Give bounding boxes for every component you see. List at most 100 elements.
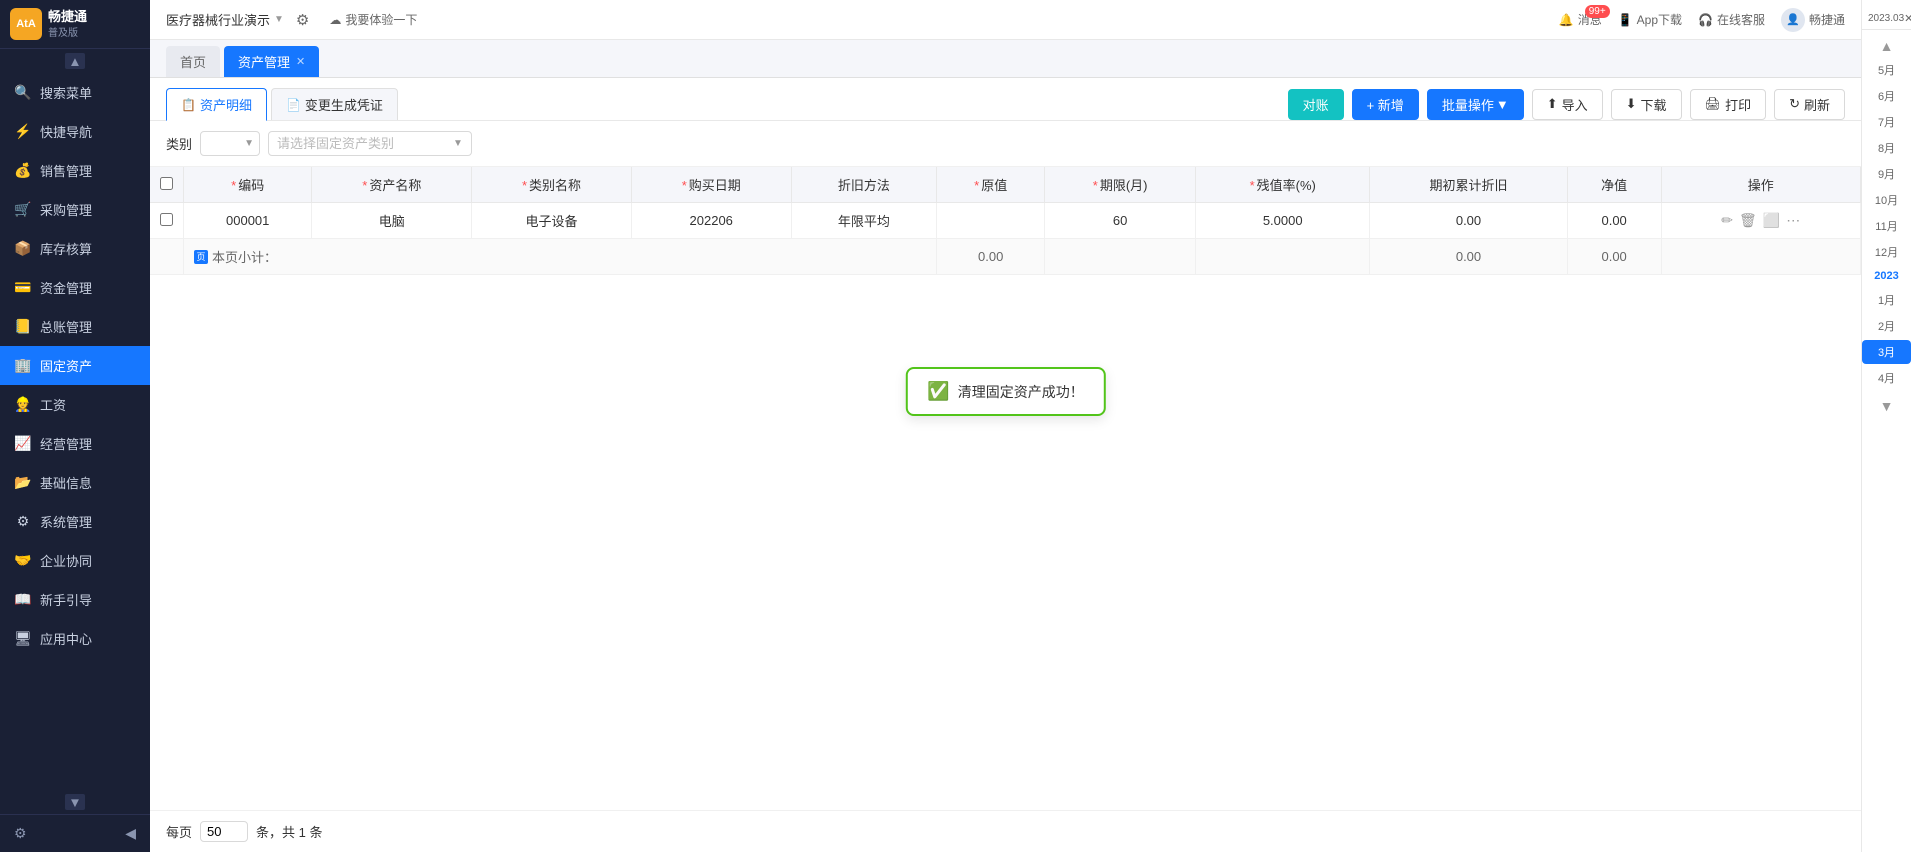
panel-month-7[interactable]: 7月	[1862, 110, 1911, 134]
panel-month-3-current[interactable]: 3月	[1862, 340, 1911, 364]
settings-bottom-icon[interactable]: ⚙	[14, 825, 27, 842]
cell-net-value: 0.00	[1567, 203, 1661, 239]
inventory-icon: 📦	[14, 240, 32, 257]
sidebar-logo: AtA 畅捷通 普及版	[0, 0, 150, 49]
table-header-row: *编码 *资产名称 *类别名称 *购买日期 折旧方法 *原值 *期限(月) *残…	[150, 167, 1861, 203]
print-button[interactable]: 🖨 打印	[1690, 89, 1767, 120]
subtotal-text: 本页小计：	[212, 247, 277, 266]
select-all-checkbox[interactable]	[160, 177, 173, 190]
panel-month-9[interactable]: 9月	[1862, 162, 1911, 186]
panel-month-4[interactable]: 4月	[1862, 366, 1911, 390]
sidebar-item-collab[interactable]: 🤝 企业协同	[0, 541, 150, 580]
download-button[interactable]: ⬇ 下载	[1611, 89, 1682, 120]
sidebar-item-label: 新手引导	[40, 590, 92, 609]
sidebar-item-label: 资金管理	[40, 278, 92, 297]
cell-initial-depreciation: 0.00	[1370, 203, 1568, 239]
row-checkbox[interactable]	[160, 213, 173, 226]
category-filter-label: 类别	[166, 134, 192, 153]
cell-category: 电子设备	[472, 203, 632, 239]
delete-row-icon[interactable]: 🗑	[1739, 212, 1757, 229]
new-asset-button[interactable]: + 新增	[1352, 89, 1419, 120]
company-selector[interactable]: 医疗器械行业演示 ▼	[166, 10, 284, 29]
logo-text: AtA	[16, 18, 36, 30]
sidebar-item-management[interactable]: 📈 经营管理	[0, 424, 150, 463]
sidebar-scroll: 🔍 搜索菜单 ⚡ 快捷导航 💰 销售管理 🛒 采购管理 📦 库存核算 💳 资金管…	[0, 73, 150, 790]
mobile-icon: 📱	[1618, 13, 1633, 27]
sidebar-item-finance[interactable]: 💳 资金管理	[0, 268, 150, 307]
topbar: 医疗器械行业演示 ▼ ⚙ ☁ 我要体验一下 🔔 消息 99+ 📱 App下载 🎧…	[150, 0, 1861, 40]
sidebar-item-label: 固定资产	[40, 356, 92, 375]
content-area: 📋 资产明细 📄 变更生成凭证 对账 + 新增 批量操作 ▼	[150, 78, 1861, 852]
sidebar-item-sales[interactable]: 💰 销售管理	[0, 151, 150, 190]
sidebar-item-fixed-assets[interactable]: 🏢 固定资产	[0, 346, 150, 385]
collapse-sidebar-icon[interactable]: ◀	[125, 825, 136, 842]
close-right-panel-icon[interactable]: ✕	[1904, 12, 1911, 25]
salary-icon: 👷	[14, 396, 32, 413]
tab-close-icon[interactable]: ✕	[296, 55, 305, 68]
col-net-value: 净值	[1567, 167, 1661, 203]
sidebar-item-quicknav[interactable]: ⚡ 快捷导航	[0, 112, 150, 151]
col-name: *资产名称	[312, 167, 472, 203]
avatar: 👤	[1781, 8, 1805, 32]
panel-month-8[interactable]: 8月	[1862, 136, 1911, 160]
panel-month-10[interactable]: 10月	[1862, 188, 1911, 212]
sidebar-item-search[interactable]: 🔍 搜索菜单	[0, 73, 150, 112]
col-original-value: *原值	[937, 167, 1045, 203]
sidebar-item-label: 系统管理	[40, 512, 92, 531]
panel-month-5[interactable]: 5月	[1862, 58, 1911, 82]
category-filter-wrap: ▼	[200, 131, 260, 156]
sub-tab-asset-detail-label: 资产明细	[200, 95, 252, 114]
company-name: 医疗器械行业演示	[166, 10, 270, 29]
sub-tab-asset-detail[interactable]: 📋 资产明细	[166, 88, 267, 121]
sidebar-item-salary[interactable]: 👷 工资	[0, 385, 150, 424]
import-button[interactable]: ⬆ 导入	[1532, 89, 1603, 120]
edit-row-icon[interactable]: ✏	[1721, 212, 1733, 229]
app-download-btn[interactable]: 📱 App下载	[1618, 11, 1682, 28]
user-profile-btn[interactable]: 👤 畅捷通	[1781, 8, 1845, 32]
panel-month-12[interactable]: 12月	[1862, 240, 1911, 264]
message-btn[interactable]: 🔔 消息 99+	[1559, 11, 1602, 28]
more-row-icon[interactable]: ⋯	[1786, 212, 1800, 229]
sub-tab-voucher[interactable]: 📄 变更生成凭证	[271, 88, 398, 120]
panel-month-6[interactable]: 6月	[1862, 84, 1911, 108]
category-input-wrap[interactable]: ▼	[268, 131, 472, 156]
category-filter-select[interactable]	[200, 131, 260, 156]
sidebar-item-apps[interactable]: 🖥 应用中心	[0, 619, 150, 658]
cell-original-value	[937, 203, 1045, 239]
col-actions: 操作	[1661, 167, 1860, 203]
refresh-button[interactable]: ↻ 刷新	[1774, 89, 1845, 120]
pagination: 每页 50 100 条，共 1 条	[150, 810, 1861, 852]
main-area: 医疗器械行业演示 ▼ ⚙ ☁ 我要体验一下 🔔 消息 99+ 📱 App下载 🎧…	[150, 0, 1861, 852]
panel-month-1[interactable]: 1月	[1862, 288, 1911, 312]
sidebar-item-system[interactable]: ⚙ 系统管理	[0, 502, 150, 541]
toast-message: 清理固定资产成功！	[958, 382, 1084, 402]
sidebar-item-ledger[interactable]: 📒 总账管理	[0, 307, 150, 346]
category-input-dropdown-icon[interactable]: ▼	[453, 138, 463, 149]
reconcile-button[interactable]: 对账	[1288, 89, 1344, 120]
panel-scroll-up-btn[interactable]: ▲	[1878, 36, 1896, 56]
batch-operation-button[interactable]: 批量操作 ▼	[1427, 89, 1524, 120]
sidebar-item-purchase[interactable]: 🛒 采购管理	[0, 190, 150, 229]
tab-home[interactable]: 首页	[166, 46, 220, 77]
tab-asset-management[interactable]: 资产管理 ✕	[224, 46, 319, 77]
import-label: 导入	[1562, 95, 1588, 114]
sidebar-scroll-down[interactable]: ▼	[65, 794, 85, 810]
sidebar-item-base-info[interactable]: 📂 基础信息	[0, 463, 150, 502]
panel-scroll-down-btn[interactable]: ▼	[1878, 396, 1896, 416]
experience-btn[interactable]: ☁ 我要体验一下	[329, 11, 417, 28]
copy-row-icon[interactable]: ⬜	[1763, 212, 1780, 229]
sidebar-item-label: 采购管理	[40, 200, 92, 219]
per-page-select[interactable]: 50 100	[200, 821, 248, 842]
customer-service-btn[interactable]: 🎧 在线客服	[1698, 11, 1765, 28]
sidebar-scroll-up[interactable]: ▲	[65, 53, 85, 69]
sidebar-item-guide[interactable]: 📖 新手引导	[0, 580, 150, 619]
panel-month-11[interactable]: 11月	[1862, 214, 1911, 238]
subtotal-empty2	[1196, 239, 1370, 275]
sidebar-item-inventory[interactable]: 📦 库存核算	[0, 229, 150, 268]
print-label: 打印	[1725, 95, 1751, 114]
topbar-settings-icon[interactable]: ⚙	[296, 11, 309, 29]
panel-month-2[interactable]: 2月	[1862, 314, 1911, 338]
asset-table: *编码 *资产名称 *类别名称 *购买日期 折旧方法 *原值 *期限(月) *残…	[150, 167, 1861, 275]
category-search-input[interactable]	[277, 136, 453, 151]
cell-residual-rate: 5.0000	[1196, 203, 1370, 239]
